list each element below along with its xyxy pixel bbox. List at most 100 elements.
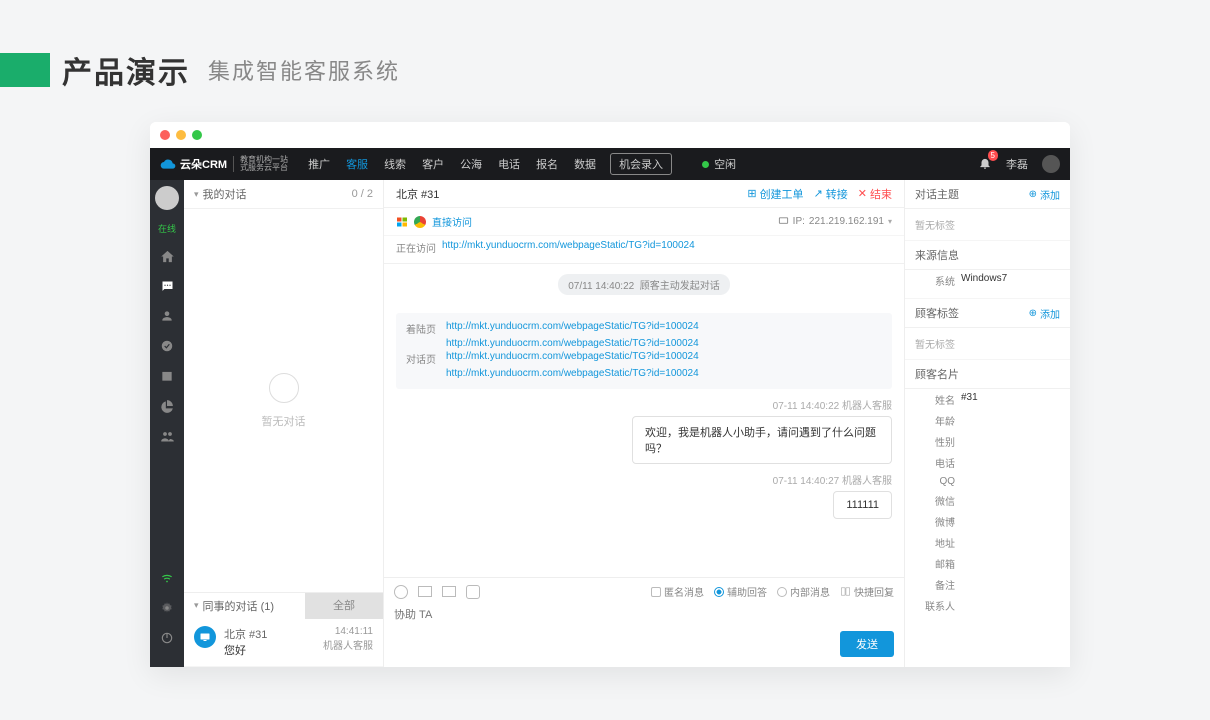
chat-body: 07/11 14:40:22 顾客主动发起对话 着陆页http://mkt.yu…: [384, 264, 904, 577]
agent-status[interactable]: 空闲: [702, 156, 736, 172]
quick-reply-button[interactable]: 快捷回复: [840, 584, 894, 599]
emoji-icon[interactable]: [394, 585, 408, 599]
chatpage-link-2[interactable]: http://mkt.yunduocrm.com/webpageStatic/T…: [446, 368, 699, 379]
ip-selector[interactable]: IP: 221.219.162.191 ▾: [778, 216, 892, 227]
message-input[interactable]: [394, 609, 894, 621]
field-remark[interactable]: 备注: [905, 574, 1070, 595]
gear-icon[interactable]: [158, 599, 176, 617]
minimize-dot[interactable]: [176, 130, 186, 140]
nav-service[interactable]: 客服: [346, 156, 368, 172]
user-avatar[interactable]: [1042, 155, 1060, 173]
no-topic-tag: 暂无标签: [915, 221, 955, 232]
brand-name: 云朵CRM: [180, 156, 227, 172]
slide-subtitle: 集成智能客服系统: [208, 54, 400, 86]
customer-card-header: 顾客名片: [905, 360, 1070, 389]
piechart-icon[interactable]: [158, 397, 176, 415]
colleague-conversations-header[interactable]: ▾ 同事的对话 (1) 全部: [184, 592, 383, 618]
caret-down-icon: ▾: [194, 600, 199, 611]
all-button[interactable]: 全部: [305, 593, 383, 619]
add-tag-button[interactable]: ⊕添加: [1029, 306, 1060, 321]
nav-promo[interactable]: 推广: [308, 156, 330, 172]
close-dot[interactable]: [160, 130, 170, 140]
field-qq[interactable]: QQ: [905, 473, 1070, 490]
image-icon[interactable]: [418, 586, 432, 597]
zoom-dot[interactable]: [192, 130, 202, 140]
nav-leads[interactable]: 线索: [384, 156, 406, 172]
accent-bar: [0, 53, 50, 87]
group-icon[interactable]: [158, 427, 176, 445]
message-meta: 07-11 14:40:22 机器人客服: [396, 397, 892, 412]
power-icon[interactable]: [158, 629, 176, 647]
record-opportunity-button[interactable]: 机会录入: [610, 153, 672, 175]
brand-tagline: 教育机构一站式服务云平台: [233, 156, 288, 172]
home-icon[interactable]: [158, 247, 176, 265]
nav-customers[interactable]: 客户: [422, 156, 444, 172]
composer-toolbar: 匿名消息 辅助回答 内部消息 快捷回复: [384, 578, 904, 605]
wifi-icon[interactable]: [158, 569, 176, 587]
field-gender[interactable]: 性别: [905, 431, 1070, 452]
transfer-button[interactable]: ↗转接: [814, 186, 848, 202]
calendar-icon[interactable]: [158, 367, 176, 385]
check-icon[interactable]: [158, 337, 176, 355]
source-tag: 直接访问: [432, 214, 472, 229]
notifications-button[interactable]: 5: [978, 156, 992, 173]
ticket-icon: ⊞: [747, 187, 756, 200]
slide-header: 产品演示 集成智能客服系统: [0, 0, 1210, 122]
plus-icon: ⊕: [1029, 189, 1037, 200]
monitor-icon: [778, 216, 789, 227]
field-wechat[interactable]: 微信: [905, 490, 1070, 511]
field-addr[interactable]: 地址: [905, 532, 1070, 553]
status-dot-icon: [702, 161, 709, 168]
windows-icon: [396, 216, 408, 228]
nav-signup[interactable]: 报名: [536, 156, 558, 172]
conv-count: 0 / 2: [352, 188, 373, 200]
nav-public[interactable]: 公海: [460, 156, 482, 172]
assist-radio[interactable]: 辅助回答: [714, 584, 767, 599]
empty-face-icon: [269, 373, 299, 403]
cloud-icon: [160, 156, 176, 172]
anonymous-checkbox[interactable]: 匿名消息: [651, 584, 704, 599]
landing-link[interactable]: http://mkt.yunduocrm.com/webpageStatic/T…: [446, 321, 699, 332]
file-icon[interactable]: [442, 586, 456, 597]
end-button[interactable]: ✕结束: [858, 186, 892, 202]
empty-state: 暂无对话: [184, 209, 383, 592]
field-email[interactable]: 邮箱: [905, 553, 1070, 574]
no-customer-tag: 暂无标签: [915, 340, 955, 351]
chatpage-link[interactable]: http://mkt.yunduocrm.com/webpageStatic/T…: [446, 351, 699, 362]
field-weibo[interactable]: 微博: [905, 511, 1070, 532]
field-name[interactable]: 姓名#31: [905, 389, 1070, 410]
person-icon[interactable]: [158, 307, 176, 325]
icon-sidebar: 在线: [150, 180, 184, 667]
right-panel: 对话主题 ⊕添加 暂无标签 来源信息 系统Windows7 顾客标签 ⊕添加 暂…: [905, 180, 1070, 667]
chat-icon[interactable]: [158, 277, 176, 295]
sidebar-status: 在线: [158, 222, 176, 235]
user-name[interactable]: 李磊: [1006, 156, 1028, 172]
page-info-box: 着陆页http://mkt.yunduocrm.com/webpageStati…: [396, 313, 892, 389]
thumbsup-icon[interactable]: [466, 585, 480, 599]
plus-icon: ⊕: [1029, 308, 1037, 319]
bot-message: 欢迎，我是机器人小助手，请问遇到了什么问题吗？: [632, 416, 892, 464]
logo[interactable]: 云朵CRM 教育机构一站式服务云平台: [150, 148, 298, 180]
conversation-item[interactable]: 北京 #31 您好 14:41:11 机器人客服: [184, 618, 383, 667]
quickreply-icon: [840, 586, 851, 597]
chat-header: 北京 #31 ⊞创建工单 ↗转接 ✕结束: [384, 180, 904, 208]
chat-panel: 北京 #31 ⊞创建工单 ↗转接 ✕结束 直接访问 IP: 221.219.16…: [384, 180, 905, 667]
sidebar-avatar[interactable]: [155, 186, 179, 210]
customer-tag-header: 顾客标签 ⊕添加: [905, 299, 1070, 328]
chat-title: 北京 #31: [396, 186, 439, 202]
landing-link-2[interactable]: http://mkt.yunduocrm.com/webpageStatic/T…: [446, 338, 699, 349]
field-phone[interactable]: 电话: [905, 452, 1070, 473]
create-ticket-button[interactable]: ⊞创建工单: [747, 186, 803, 202]
nav-phone[interactable]: 电话: [498, 156, 520, 172]
monitor-icon: [194, 626, 216, 648]
send-button[interactable]: 发送: [840, 631, 894, 657]
app-window: 云朵CRM 教育机构一站式服务云平台 推广 客服 线索 客户 公海 电话 报名 …: [150, 122, 1070, 667]
my-conversations-header[interactable]: ▾ 我的对话 0 / 2: [184, 180, 383, 209]
internal-radio[interactable]: 内部消息: [777, 584, 830, 599]
nav-data[interactable]: 数据: [574, 156, 596, 172]
field-age[interactable]: 年龄: [905, 410, 1070, 431]
visiting-link[interactable]: http://mkt.yunduocrm.com/webpageStatic/T…: [442, 240, 695, 255]
top-nav: 云朵CRM 教育机构一站式服务云平台 推广 客服 线索 客户 公海 电话 报名 …: [150, 148, 1070, 180]
field-contact[interactable]: 联系人: [905, 595, 1070, 616]
add-topic-button[interactable]: ⊕添加: [1029, 187, 1060, 202]
